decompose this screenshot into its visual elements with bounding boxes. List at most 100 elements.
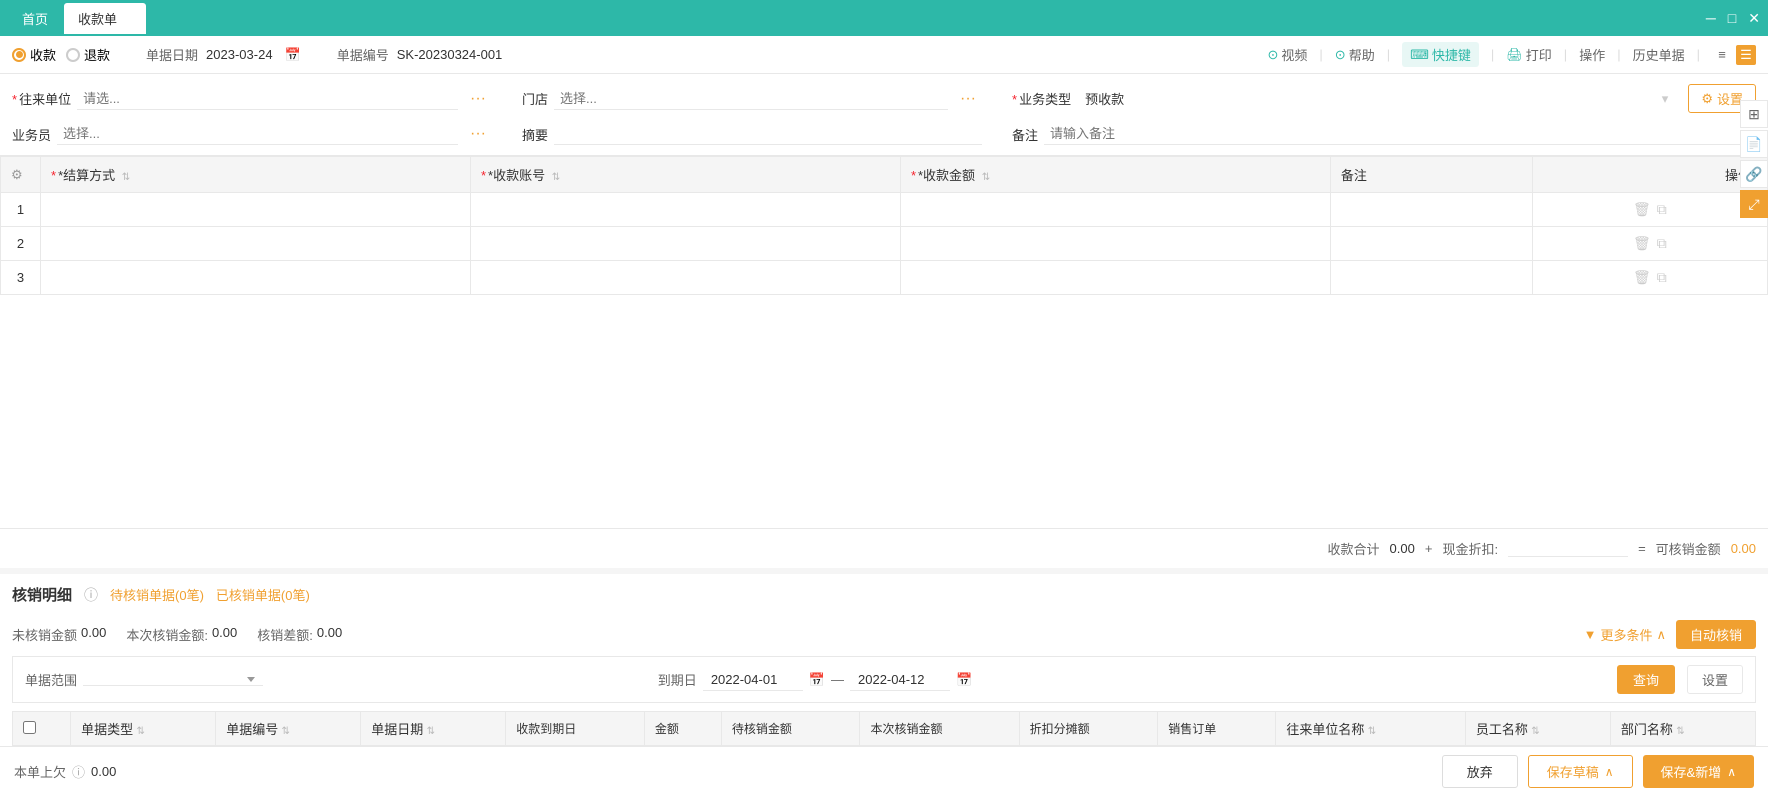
row-1-account[interactable] — [470, 193, 900, 227]
remark-field: 备注 — [1012, 123, 1756, 145]
row-1-settlement[interactable] — [41, 193, 471, 227]
agent-more-btn[interactable]: ··· — [464, 125, 492, 143]
pending-tab[interactable]: 待核销单据(0笔) — [110, 585, 204, 604]
calendar-icon[interactable]: 📅 — [285, 47, 301, 63]
sort-doctype-icon[interactable]: ⇅ — [137, 726, 145, 737]
more-conditions-btn[interactable]: ▼ 更多条件 ∧ — [1584, 625, 1666, 644]
sort-icon-settlement[interactable]: ⇅ — [122, 172, 130, 183]
row-num-2: 2 — [1, 227, 41, 261]
calendar-from-icon[interactable]: 📅 — [809, 672, 825, 688]
bottom-col-current: 本次核销金额 — [860, 712, 1019, 746]
sidebar-icon-doc[interactable]: 📄 — [1740, 130, 1768, 158]
discard-button[interactable]: 放弃 — [1442, 755, 1518, 788]
doc-range-dropdown[interactable] — [83, 674, 263, 686]
radio-refund[interactable]: 退款 — [66, 45, 110, 64]
history-action[interactable]: 历史单据 — [1633, 45, 1685, 64]
counterparty-more-btn[interactable]: ··· — [464, 90, 492, 108]
radio-receipt[interactable]: 收款 — [12, 45, 56, 64]
row-2-account[interactable] — [470, 227, 900, 261]
sort-employee-icon[interactable]: ⇅ — [1531, 726, 1539, 737]
verify-info-icon[interactable]: ⓘ — [84, 585, 98, 605]
help-icon: ⊙ — [1335, 47, 1346, 63]
close-window-icon[interactable]: ✕ — [1748, 10, 1760, 27]
shortcut-action[interactable]: ⌨ 快捷键 — [1402, 42, 1479, 67]
query-button[interactable]: 查询 — [1617, 665, 1675, 694]
chevron-icon: ∧ — [1656, 627, 1666, 643]
due-date-field: 到期日 📅 — 📅 — [658, 669, 972, 691]
sort-docdate-icon[interactable]: ⇅ — [427, 726, 435, 737]
maximize-icon[interactable]: □ — [1728, 10, 1736, 26]
due-date-to-input[interactable] — [850, 669, 950, 691]
select-all-checkbox[interactable] — [23, 721, 36, 734]
nav-tab-home[interactable]: 首页 — [8, 3, 62, 34]
footer-info-icon[interactable]: ⓘ — [72, 762, 85, 781]
delete-row-3-icon[interactable]: 🗑 — [1633, 269, 1651, 286]
col-actions: 操作 — [1532, 157, 1767, 193]
col-account: **收款账号 ⇅ — [470, 157, 900, 193]
completed-tab[interactable]: 已核销单据(0笔) — [216, 585, 310, 604]
row-2-amount[interactable] — [900, 227, 1330, 261]
save-draft-arrow-icon: ∧ — [1605, 765, 1614, 779]
stat-current-verify: 本次核销金额: 0.00 — [126, 625, 237, 644]
delete-row-2-icon[interactable]: 🗑 — [1633, 235, 1651, 252]
video-action[interactable]: ⊙ 视频 — [1267, 45, 1307, 64]
sort-counterparty-icon[interactable]: ⇅ — [1368, 726, 1376, 737]
row-1-amount[interactable] — [900, 193, 1330, 227]
sort-icon-amount[interactable]: ⇅ — [982, 172, 990, 183]
sort-docnum-icon[interactable]: ⇅ — [282, 726, 290, 737]
row-2-actions: 🗑 ⧉ — [1532, 227, 1767, 261]
remark-input[interactable] — [1044, 123, 1756, 145]
counterparty-field: *往来单位 ··· — [12, 88, 492, 110]
form-row-1: *往来单位 ··· 门店 ··· *业务类型 预收款 ▾ ⚙ 设置 — [12, 84, 1756, 113]
row-3-settlement[interactable] — [41, 261, 471, 295]
filter-settings-button[interactable]: 设置 — [1687, 665, 1743, 694]
help-action[interactable]: ⊙ 帮助 — [1335, 45, 1375, 64]
list-layout-icon[interactable]: ≡ — [1712, 45, 1732, 65]
copy-row-2-icon[interactable]: ⧉ — [1657, 235, 1667, 252]
layout-icons: ≡ ☰ — [1712, 45, 1756, 65]
calendar-to-icon[interactable]: 📅 — [956, 672, 972, 688]
row-3-remark[interactable] — [1330, 261, 1532, 295]
store-input[interactable] — [554, 88, 948, 110]
agent-input[interactable] — [57, 123, 458, 145]
summary-row: 收款合计 0.00 + 现金折扣: = 可核销金额 0.00 — [0, 528, 1768, 568]
grid-layout-icon[interactable]: ☰ — [1736, 45, 1756, 65]
close-tab-icon[interactable]: × — [125, 12, 133, 27]
biztype-dropdown-icon[interactable]: ▾ — [1662, 91, 1669, 107]
bottom-col-employee: 员工名称 ⇅ — [1465, 712, 1610, 746]
copy-row-3-icon[interactable]: ⧉ — [1657, 269, 1667, 286]
row-1-remark[interactable] — [1330, 193, 1532, 227]
delete-row-1-icon[interactable]: 🗑 — [1633, 201, 1651, 218]
toolbar-number-info: 单据编号 SK-20230324-001 — [337, 45, 503, 64]
store-field: 门店 ··· — [522, 88, 982, 110]
due-date-from-input[interactable] — [703, 669, 803, 691]
sidebar-icon-link[interactable]: 🔗 — [1740, 160, 1768, 188]
store-more-btn[interactable]: ··· — [954, 90, 982, 108]
footer: 本单上欠 ⓘ 0.00 放弃 保存草稿 ∧ 保存&新增 ∧ — [0, 746, 1768, 796]
counterparty-input[interactable] — [77, 88, 458, 110]
save-draft-button[interactable]: 保存草稿 ∧ — [1528, 755, 1633, 788]
row-3-amount[interactable] — [900, 261, 1330, 295]
print-action[interactable]: 🖨 打印 — [1506, 45, 1552, 64]
summary-input[interactable] — [554, 123, 982, 145]
minimize-icon[interactable]: ─ — [1706, 10, 1716, 26]
save-new-button[interactable]: 保存&新增 ∧ — [1643, 755, 1754, 788]
date-range-filter: 单据范围 到期日 📅 — 📅 查询 设置 — [12, 656, 1756, 703]
nav-tab-receipt[interactable]: 收款单 × — [64, 3, 146, 34]
copy-row-1-icon[interactable]: ⧉ — [1657, 201, 1667, 218]
row-2-settlement[interactable] — [41, 227, 471, 261]
row-3-account[interactable] — [470, 261, 900, 295]
sidebar-icon-expand[interactable]: ⤢ — [1740, 190, 1768, 218]
sort-icon-account[interactable]: ⇅ — [552, 172, 560, 183]
bottom-col-doctype: 单据类型 ⇅ — [71, 712, 216, 746]
table-gear-icon[interactable]: ⚙ — [11, 167, 23, 182]
sidebar-icon-table[interactable]: ⊞ — [1740, 100, 1768, 128]
row-2-remark[interactable] — [1330, 227, 1532, 261]
sort-dept-icon[interactable]: ⇅ — [1676, 726, 1684, 737]
table-settings-col: ⚙ — [1, 157, 41, 193]
auto-verify-button[interactable]: 自动核销 — [1676, 620, 1756, 649]
summary-field: 摘要 — [522, 123, 982, 145]
discount-input[interactable] — [1508, 541, 1628, 557]
radio-dot-receipt — [12, 48, 26, 62]
operation-action[interactable]: 操作 — [1579, 45, 1605, 64]
